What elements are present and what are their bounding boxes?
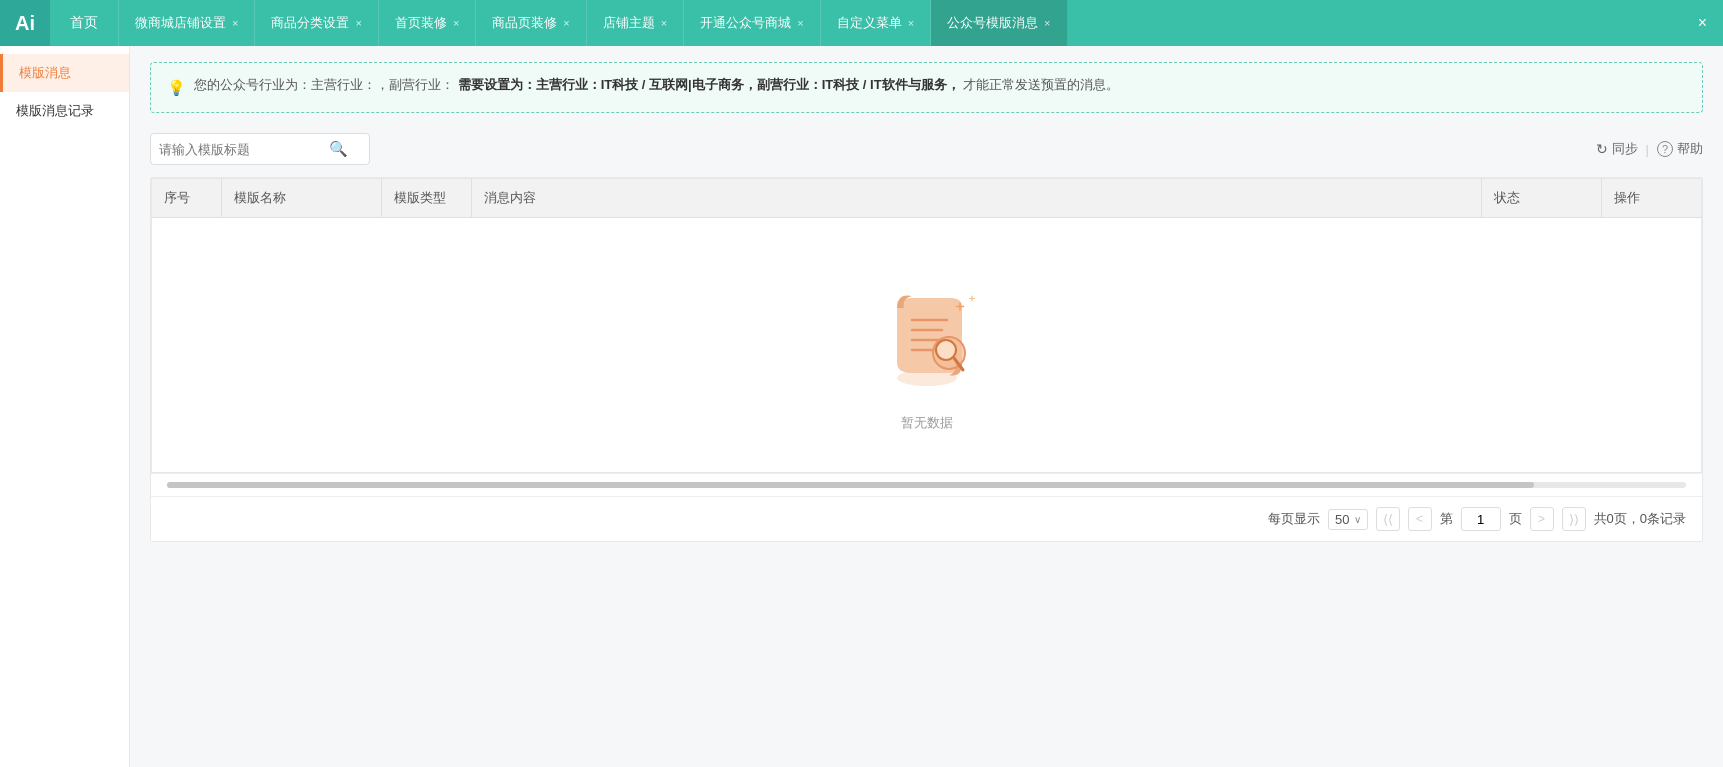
page-number-input[interactable] bbox=[1461, 507, 1501, 531]
nav-tab-label-template-message: 公众号模版消息 bbox=[947, 14, 1038, 32]
main-layout: 模版消息模版消息记录 💡 您的公众号行业为：主营行业：，副营行业： 需要设置为：… bbox=[0, 46, 1723, 767]
nav-tab-label-weshop-settings: 微商城店铺设置 bbox=[135, 14, 226, 32]
table-header-index: 序号 bbox=[152, 179, 222, 218]
total-info: 共0页，0条记录 bbox=[1594, 510, 1686, 528]
pagination: 每页显示 50 ∨ ⟨⟨ < 第 页 > ⟩⟩ 共0页，0条记录 bbox=[151, 496, 1702, 541]
page-size-select[interactable]: 50 ∨ bbox=[1328, 509, 1367, 530]
table-header-action: 操作 bbox=[1602, 179, 1702, 218]
toolbar-right: ↻ 同步 | ? 帮助 bbox=[1596, 140, 1703, 158]
empty-state: 暂无数据 bbox=[152, 218, 1701, 472]
nav-tab-label-home-decoration: 首页装修 bbox=[395, 14, 447, 32]
nav-tab-close-custom-menu[interactable]: × bbox=[908, 18, 914, 29]
nav-tab-home[interactable]: 首页 bbox=[50, 0, 119, 46]
close-all-tabs-button[interactable]: × bbox=[1682, 0, 1723, 46]
data-table: 序号模版名称模版类型消息内容状态操作 bbox=[151, 178, 1702, 473]
search-box: 🔍 bbox=[150, 133, 370, 165]
sync-icon: ↻ bbox=[1596, 141, 1608, 157]
data-table-wrapper: 序号模版名称模版类型消息内容状态操作 bbox=[150, 177, 1703, 542]
empty-text: 暂无数据 bbox=[901, 414, 953, 432]
table-header-name: 模版名称 bbox=[222, 179, 382, 218]
horizontal-scrollbar[interactable] bbox=[151, 473, 1702, 496]
nav-tab-custom-menu[interactable]: 自定义菜单 × bbox=[821, 0, 931, 46]
nav-tab-open-wechat-mall[interactable]: 开通公众号商城 × bbox=[684, 0, 820, 46]
nav-tab-weshop-settings[interactable]: 微商城店铺设置 × bbox=[119, 0, 255, 46]
help-button[interactable]: ? 帮助 bbox=[1657, 140, 1703, 158]
scroll-thumb[interactable] bbox=[167, 482, 1534, 488]
prev-page-button[interactable]: < bbox=[1408, 507, 1432, 531]
nav-tabs-container: 首页微商城店铺设置×商品分类设置×首页装修×商品页装修×店铺主题×开通公众号商城… bbox=[50, 0, 1682, 46]
info-banner-highlight: 需要设置为：主营行业：IT科技 / 互联网|电子商务，副营行业：IT科技 / I… bbox=[458, 77, 960, 92]
nav-tab-close-template-message[interactable]: × bbox=[1044, 18, 1050, 29]
search-input[interactable] bbox=[159, 142, 329, 157]
toolbar: 🔍 ↻ 同步 | ? 帮助 bbox=[150, 133, 1703, 165]
nav-tab-close-product-decoration[interactable]: × bbox=[563, 18, 569, 29]
page-label-before: 第 bbox=[1440, 510, 1453, 528]
top-nav-bar: Ai 首页微商城店铺设置×商品分类设置×首页装修×商品页装修×店铺主题×开通公众… bbox=[0, 0, 1723, 46]
nav-tab-label-open-wechat-mall: 开通公众号商城 bbox=[700, 14, 791, 32]
nav-tab-home-decoration[interactable]: 首页装修 × bbox=[379, 0, 476, 46]
nav-tab-close-store-theme[interactable]: × bbox=[661, 18, 667, 29]
content-area: 💡 您的公众号行业为：主营行业：，副营行业： 需要设置为：主营行业：IT科技 /… bbox=[130, 46, 1723, 767]
page-size-label: 每页显示 bbox=[1268, 510, 1320, 528]
nav-tab-label-product-decoration: 商品页装修 bbox=[492, 14, 557, 32]
bulb-icon: 💡 bbox=[167, 76, 186, 100]
nav-tab-label-category-settings: 商品分类设置 bbox=[271, 14, 349, 32]
page-size-value: 50 bbox=[1335, 512, 1349, 527]
info-banner: 💡 您的公众号行业为：主营行业：，副营行业： 需要设置为：主营行业：IT科技 /… bbox=[150, 62, 1703, 113]
nav-tab-label-store-theme: 店铺主题 bbox=[603, 14, 655, 32]
nav-tab-template-message[interactable]: 公众号模版消息 × bbox=[931, 0, 1067, 46]
nav-tab-store-theme[interactable]: 店铺主题 × bbox=[587, 0, 684, 46]
sidebar: 模版消息模版消息记录 bbox=[0, 46, 130, 767]
sync-button[interactable]: ↻ 同步 bbox=[1596, 140, 1638, 158]
app-logo: Ai bbox=[0, 0, 50, 46]
nav-tab-label-home: 首页 bbox=[70, 14, 98, 32]
nav-tab-category-settings[interactable]: 商品分类设置 × bbox=[255, 0, 378, 46]
nav-tab-close-open-wechat-mall[interactable]: × bbox=[797, 18, 803, 29]
empty-icon bbox=[867, 278, 987, 398]
sidebar-item-template-message-log[interactable]: 模版消息记录 bbox=[0, 92, 129, 130]
first-page-button[interactable]: ⟨⟨ bbox=[1376, 507, 1400, 531]
last-page-button[interactable]: ⟩⟩ bbox=[1562, 507, 1586, 531]
nav-tab-product-decoration[interactable]: 商品页装修 × bbox=[476, 0, 586, 46]
sidebar-item-template-message[interactable]: 模版消息 bbox=[0, 54, 129, 92]
nav-tab-close-home-decoration[interactable]: × bbox=[453, 18, 459, 29]
table-header-status: 状态 bbox=[1482, 179, 1602, 218]
page-size-chevron: ∨ bbox=[1354, 514, 1361, 525]
next-page-button[interactable]: > bbox=[1530, 507, 1554, 531]
nav-tab-close-category-settings[interactable]: × bbox=[355, 18, 361, 29]
nav-tab-close-weshop-settings[interactable]: × bbox=[232, 18, 238, 29]
info-banner-text: 您的公众号行业为：主营行业：，副营行业： 需要设置为：主营行业：IT科技 / 互… bbox=[194, 75, 1119, 96]
table-header-content: 消息内容 bbox=[472, 179, 1482, 218]
table-header-type: 模版类型 bbox=[382, 179, 472, 218]
nav-tab-label-custom-menu: 自定义菜单 bbox=[837, 14, 902, 32]
search-icon[interactable]: 🔍 bbox=[329, 140, 348, 158]
page-label-after: 页 bbox=[1509, 510, 1522, 528]
help-icon: ? bbox=[1657, 141, 1673, 157]
toolbar-divider: | bbox=[1646, 142, 1649, 157]
scroll-track[interactable] bbox=[167, 482, 1686, 488]
